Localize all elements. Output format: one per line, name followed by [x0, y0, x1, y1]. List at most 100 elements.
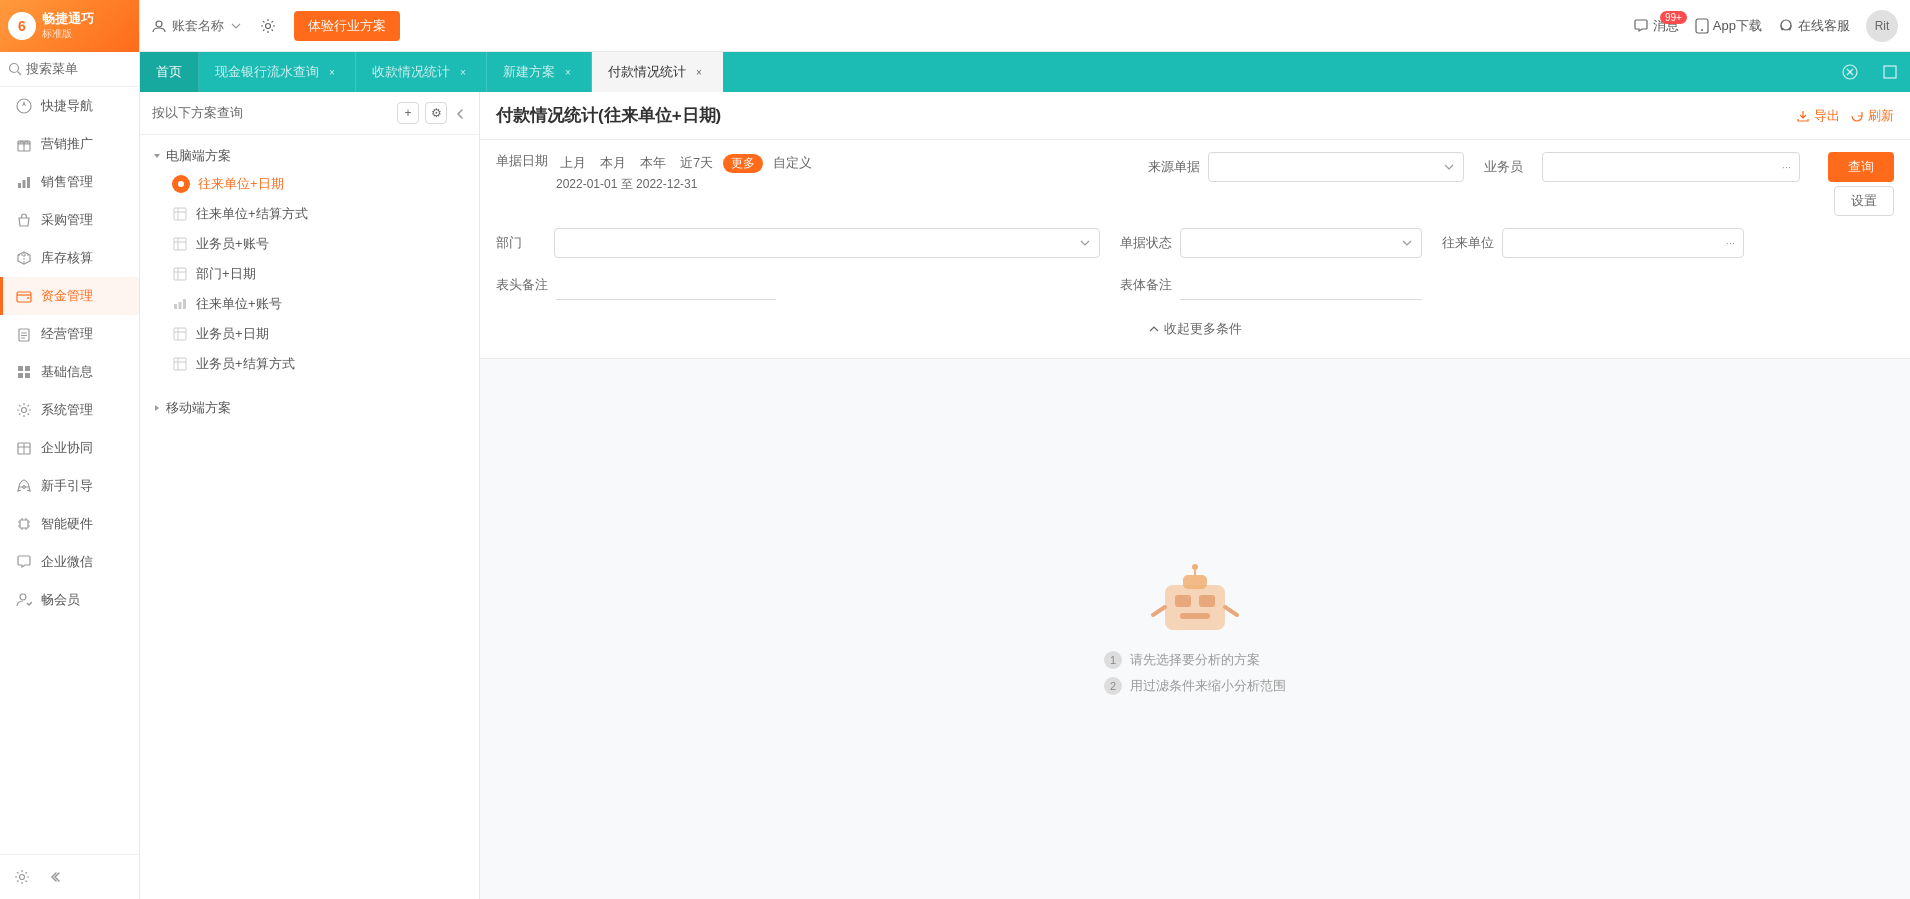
- box-icon: [15, 249, 33, 267]
- refresh-btn[interactable]: 刷新: [1850, 107, 1894, 125]
- tab-close-payment-stats[interactable]: ×: [692, 65, 706, 79]
- svg-rect-46: [1884, 66, 1896, 78]
- bar-chart-icon: [172, 296, 188, 312]
- svg-rect-7: [18, 183, 21, 188]
- left-panel: 按以下方案查询 + ⚙ 电脑端方案: [140, 92, 480, 899]
- sidebar-item-operation[interactable]: 经营管理: [0, 315, 139, 353]
- tab-bank-flow[interactable]: 现金银行流水查询 ×: [199, 52, 356, 92]
- tab-close-bank-flow[interactable]: ×: [325, 65, 339, 79]
- bill-status-select[interactable]: [1180, 228, 1422, 258]
- sidebar-item-sales[interactable]: 销售管理: [0, 163, 139, 201]
- message-icon: [1633, 18, 1649, 34]
- scheme-settings-btn[interactable]: ⚙: [425, 102, 447, 124]
- sidebar-item-system[interactable]: 系统管理: [0, 391, 139, 429]
- date-last-month[interactable]: 上月: [556, 152, 590, 174]
- query-btn[interactable]: 查询: [1828, 152, 1894, 182]
- date-custom[interactable]: 自定义: [769, 152, 816, 174]
- add-scheme-btn[interactable]: +: [397, 102, 419, 124]
- scheme-dept-date[interactable]: 部门+日期: [164, 259, 467, 289]
- empty-illustration: [1145, 555, 1245, 635]
- filter-body-note: 表体备注: [1120, 270, 1422, 300]
- svg-rect-68: [1199, 595, 1215, 607]
- maximize-icon: [1883, 65, 1897, 79]
- date-this-month[interactable]: 本月: [596, 152, 630, 174]
- sidebar-collapse-btn[interactable]: [40, 863, 68, 891]
- sidebar-item-wechat[interactable]: 企业微信: [0, 543, 139, 581]
- svg-rect-8: [23, 180, 26, 188]
- svg-point-36: [20, 594, 26, 600]
- maximize-btn[interactable]: [1870, 52, 1910, 92]
- grid-icon: [15, 363, 33, 381]
- sidebar-footer: [0, 854, 139, 899]
- source-bill-select[interactable]: [1208, 152, 1464, 182]
- tab-home[interactable]: 首页: [140, 52, 199, 92]
- desktop-group-toggle[interactable]: 电脑端方案: [152, 143, 467, 169]
- user-avatar[interactable]: Rit: [1866, 10, 1898, 42]
- close-all-tabs-btn[interactable]: [1830, 52, 1870, 92]
- svg-point-13: [27, 297, 29, 299]
- body-note-input[interactable]: [1180, 270, 1422, 300]
- page-header: 付款情况统计(往来单位+日期) 导出 刷新: [480, 92, 1910, 140]
- tab-close-new-scheme[interactable]: ×: [561, 65, 575, 79]
- date-7days[interactable]: 近7天: [676, 152, 717, 174]
- export-btn[interactable]: 导出: [1796, 107, 1840, 125]
- chip-icon: [15, 515, 33, 533]
- scheme-staff-account[interactable]: 业务员+账号: [164, 229, 467, 259]
- content-area: 按以下方案查询 + ⚙ 电脑端方案: [140, 92, 1910, 899]
- scheme-staff-date[interactable]: 业务员+日期: [164, 319, 467, 349]
- filter-header-note: 表头备注: [496, 270, 1100, 300]
- staff-select[interactable]: ···: [1542, 152, 1800, 182]
- messages-btn[interactable]: 消息 99+: [1633, 17, 1679, 35]
- svg-rect-12: [17, 292, 31, 302]
- scheme-partner-account[interactable]: 往来单位+账号: [164, 289, 467, 319]
- header-note-input[interactable]: [556, 270, 776, 300]
- filter-settings-btn[interactable]: 设置: [1834, 186, 1894, 216]
- sidebar-item-purchase[interactable]: 采购管理: [0, 201, 139, 239]
- collapse-more: 收起更多条件: [496, 312, 1894, 346]
- sidebar-item-quick-nav[interactable]: 快捷导航: [0, 87, 139, 125]
- mobile-group-toggle[interactable]: 移动端方案: [152, 395, 467, 421]
- collapse-more-btn[interactable]: 收起更多条件: [1148, 320, 1242, 338]
- sidebar-item-guide[interactable]: 新手引导: [0, 467, 139, 505]
- date-this-year[interactable]: 本年: [636, 152, 670, 174]
- tab-close-receipt-stats[interactable]: ×: [456, 65, 470, 79]
- sidebar-item-member[interactable]: 畅会员: [0, 581, 139, 619]
- search-menu[interactable]: 搜索菜单: [0, 52, 139, 87]
- sidebar-item-finance[interactable]: 资金管理: [0, 277, 139, 315]
- tab-receipt-stats[interactable]: 收款情况统计 ×: [356, 52, 487, 92]
- svg-line-1: [18, 72, 22, 76]
- sidebar-item-basic-info[interactable]: 基础信息: [0, 353, 139, 391]
- collapse-panel-btn[interactable]: [453, 105, 467, 121]
- filter-source-bill: 来源单据: [1148, 152, 1464, 182]
- svg-rect-57: [174, 304, 177, 309]
- arrow-left-icon: [46, 869, 62, 885]
- sidebar-settings-btn[interactable]: [8, 863, 36, 891]
- app-download-btn[interactable]: App下载: [1695, 17, 1762, 35]
- trial-btn[interactable]: 体验行业方案: [294, 11, 400, 41]
- topbar-settings-btn[interactable]: [254, 12, 282, 40]
- filter-row-1: 单据日期 上月 本月 本年 近7天 更多 自定义 2022-01-01 至 20…: [496, 152, 1894, 216]
- gear-icon: [14, 869, 30, 885]
- sidebar-item-inventory[interactable]: 库存核算: [0, 239, 139, 277]
- scheme-partner-date[interactable]: 往来单位+日期: [164, 169, 467, 199]
- partner-select[interactable]: ···: [1502, 228, 1744, 258]
- svg-rect-48: [174, 208, 186, 220]
- scheme-staff-settle[interactable]: 业务员+结算方式: [164, 349, 467, 379]
- account-selector[interactable]: 账套名称: [152, 17, 242, 35]
- table-icon-4: [172, 326, 188, 342]
- sidebar-item-hardware[interactable]: 智能硬件: [0, 505, 139, 543]
- tab-payment-stats[interactable]: 付款情况统计 ×: [592, 52, 723, 92]
- gift-icon: [15, 135, 33, 153]
- sidebar-item-marketing[interactable]: 营销推广: [0, 125, 139, 163]
- empty-tip-1: 1 请先选择要分析的方案: [1104, 651, 1286, 669]
- rocket-icon: [15, 477, 33, 495]
- dept-select[interactable]: [554, 228, 1100, 258]
- scheme-partner-settle[interactable]: 往来单位+结算方式: [164, 199, 467, 229]
- svg-point-74: [1192, 564, 1198, 570]
- table-icon-2: [172, 236, 188, 252]
- online-service-btn[interactable]: 在线客服: [1778, 17, 1850, 35]
- date-more[interactable]: 更多: [723, 154, 763, 173]
- sidebar-item-enterprise[interactable]: 企业协同: [0, 429, 139, 467]
- tab-new-scheme[interactable]: 新建方案 ×: [487, 52, 592, 92]
- table-icon-3: [172, 266, 188, 282]
